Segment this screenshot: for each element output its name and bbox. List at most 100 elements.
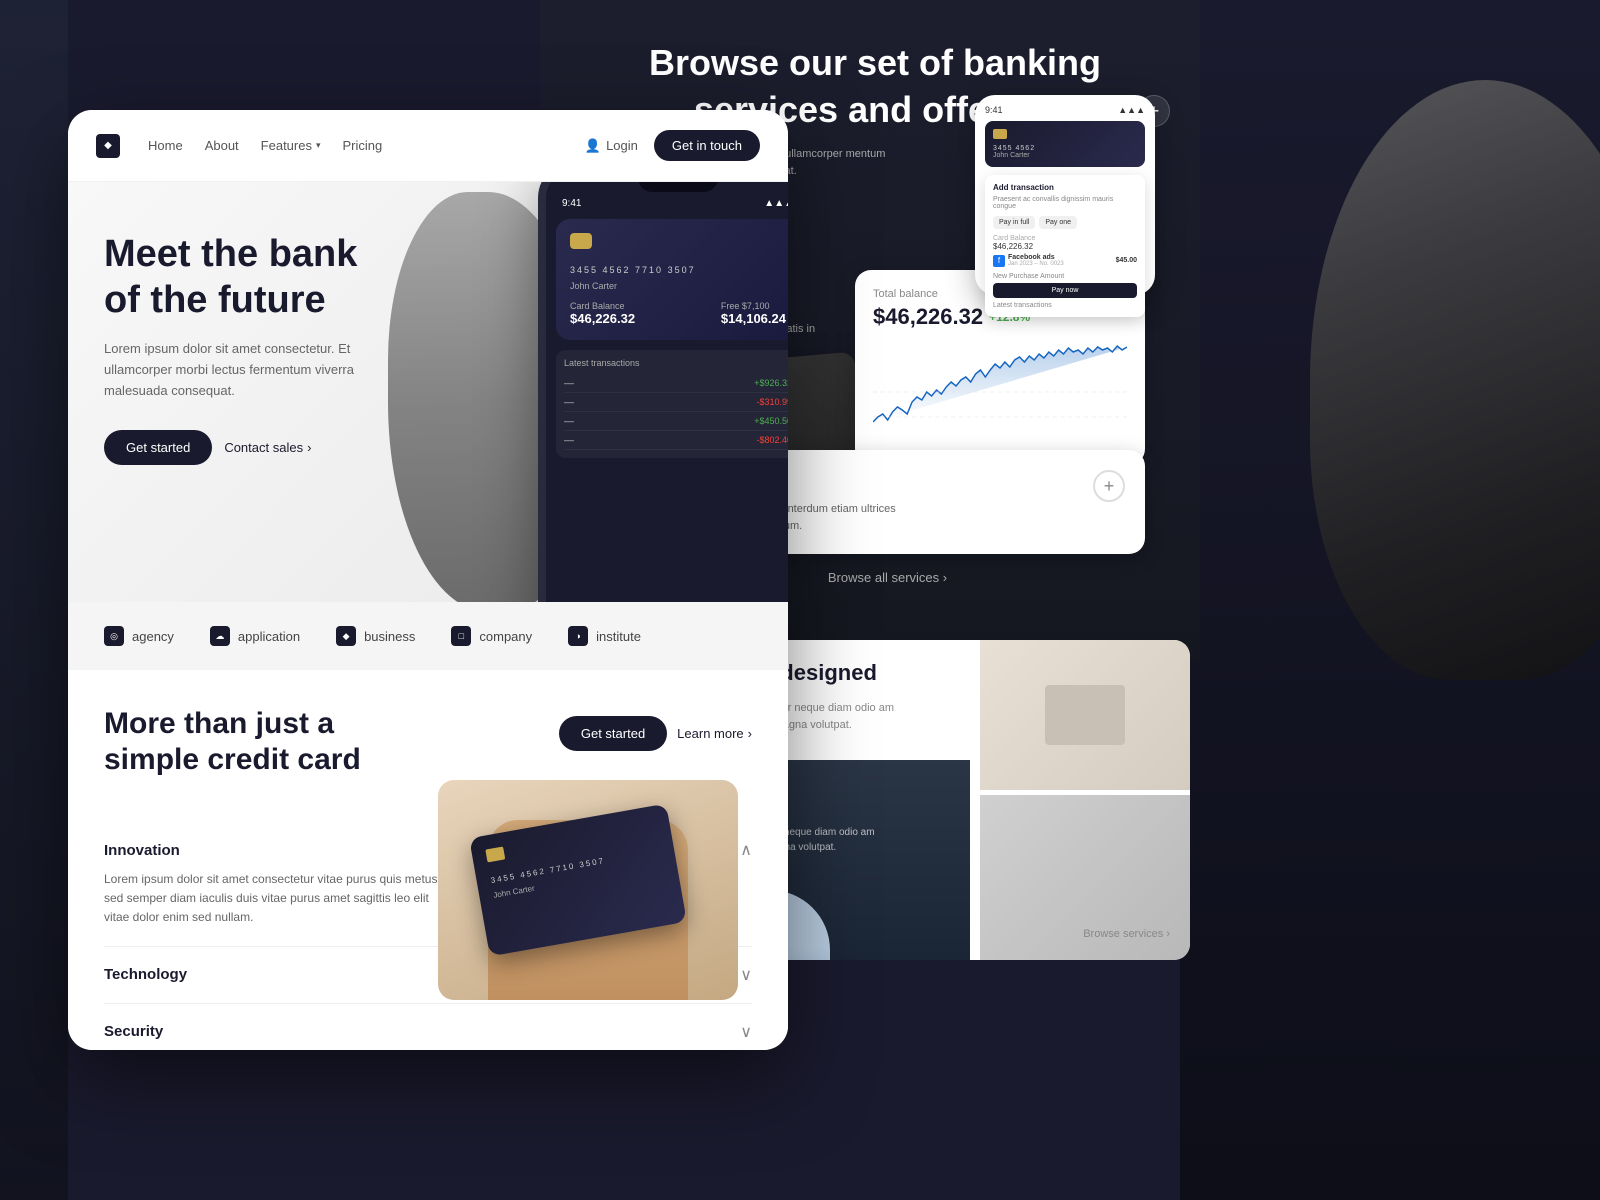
atp-fb-row: f Facebook ads Jan 2023 – No. 0023 $45.0… [993,254,1137,267]
balance-chart [873,342,1127,442]
hero-subtitle: Lorem ipsum dolor sit amet consectetur. … [104,339,384,401]
credit-section-actions: Get started Learn more › [559,716,752,751]
login-button[interactable]: 👤 Login [585,138,638,154]
accordion-innovation-content: Lorem ipsum dolor sit amet consectetur v… [104,870,444,928]
agency-icon: ◎ [104,626,124,646]
phone-mockup-2: 9:41 ▲▲▲ 3455 4562 John Carter Add trans… [975,95,1155,295]
accordion-security: Security ∨ [104,1004,752,1050]
balance-left: Card Balance $46,226.32 [570,301,635,326]
office-image-top [980,640,1190,790]
nav-features[interactable]: Features ▾ [261,138,321,153]
left-dark-bg [0,0,68,1200]
hero-contact-sales-button[interactable]: Contact sales › [224,440,311,455]
atp-buttons: Pay in full Pay one [993,216,1137,229]
phone2-card-number: 3455 4562 [993,145,1137,152]
accordion-technology-icon: ∨ [740,965,752,985]
atp-fb-amount: $45.00 [1116,257,1137,264]
hero-section: Meet the bank of the future Lorem ipsum … [68,182,788,602]
brand-business: ◆ business [336,626,415,646]
arrow-right-icon: › [307,440,311,455]
phone2-status-bar: 9:41 ▲▲▲ [985,105,1145,115]
transactions-section: Latest transactions –– +$926.32 –– -$310… [556,350,788,458]
phone2-card-name: John Carter [993,152,1137,159]
t1-amount: +$926.32 [754,378,788,388]
get-in-touch-button[interactable]: Get in touch [654,130,760,161]
t2-label: –– [564,397,574,407]
brand-company: □ company [451,626,532,646]
features-chevron: ▾ [316,140,321,151]
accordion-security-title: Security [104,1023,163,1040]
business-label: business [364,629,415,644]
institute-label: institute [596,629,641,644]
phone-credit-card: 3455 4562 7710 3507 John Carter Card Bal… [556,219,788,340]
transactions-title: Latest transactions [564,358,788,368]
atp-balance-label: Card Balance [993,235,1137,242]
t3-label: –– [564,416,574,426]
brand-agency: ◎ agency [104,626,174,646]
phone-time: 9:41 [562,198,581,209]
company-label: company [479,629,532,644]
atp-pay-full[interactable]: Pay in full [993,216,1035,229]
user-icon: 👤 [585,138,601,154]
transaction-1: –– +$926.32 [564,374,788,393]
accordion-security-icon: ∨ [740,1022,752,1042]
atp-latest-label: Latest transactions [993,302,1137,309]
hand-card-container: 3455 4562 7710 3507 John Carter [438,780,738,1000]
nav-pricing[interactable]: Pricing [343,138,383,153]
atp-pay-one[interactable]: Pay one [1039,216,1077,229]
fb-icon: f [993,255,1005,267]
phone-notch [638,182,718,192]
investments-add-button[interactable]: + [1093,470,1125,502]
phone-status-bar: 9:41 ▲▲▲ [546,192,788,209]
brands-section: ◎ agency ☁ application ◆ business □ comp… [68,602,788,670]
nav-home[interactable]: Home [148,138,183,153]
phone2-card: 3455 4562 John Carter [985,121,1145,167]
card-balance-row: Card Balance $46,226.32 Free $7,100 $14,… [570,301,786,326]
card-name-display: John Carter [570,281,786,291]
atp-pay-now-btn[interactable]: Pay now [993,283,1137,298]
atp-balance-value: $46,226.32 [993,242,1137,251]
atp-title: Add transaction [993,183,1137,192]
balance-right: Free $7,100 $14,106.24 [721,301,786,326]
held-card-chip [485,847,505,863]
phone2-time: 9:41 [985,105,1003,115]
phone2-icons: ▲▲▲ [1118,105,1145,115]
hero-get-started-button[interactable]: Get started [104,430,212,465]
learn-more-button[interactable]: Learn more › [677,726,752,741]
phone2-chip [993,129,1007,139]
login-label: Login [606,138,638,153]
browse-all-label: Browse all services › [828,570,947,585]
brand-application: ☁ application [210,626,300,646]
institute-icon: ◑ [568,626,588,646]
graph-value: $46,226.32 [873,304,983,330]
business-icon: ◆ [336,626,356,646]
navbar: Home About Features ▾ Pricing 👤 Login Ge… [68,110,788,182]
logo[interactable] [96,134,120,158]
atp-new-purchase-label: New Purchase Amount [993,273,1137,280]
t1-label: –– [564,378,574,388]
t2-amount: -$310.99 [756,397,788,407]
credit-section-title-block: More than just a simple credit card [104,706,361,802]
agency-label: agency [132,629,174,644]
nav-right: 👤 Login Get in touch [585,130,760,161]
brand-institute: ◑ institute [568,626,641,646]
right-dark-bg [1180,0,1600,1200]
rock-decoration [1310,80,1600,680]
accordion-security-header[interactable]: Security ∨ [104,1022,752,1042]
t4-label: –– [564,435,574,445]
accordion-innovation-title: Innovation [104,842,180,859]
accordion-innovation-icon: ∧ [740,840,752,860]
atp-sub: Praesent ac convallis dignissim mauris c… [993,196,1137,210]
browse-services-button[interactable]: Browse services › [1083,928,1170,940]
card-number-display: 3455 4562 7710 3507 [570,265,786,275]
application-label: application [238,629,300,644]
nav-about[interactable]: About [205,138,239,153]
atp-fb-label: Facebook ads Jan 2023 – No. 0023 [1008,254,1064,267]
t4-amount: -$802.40 [756,435,788,445]
nav-links: Home About Features ▾ Pricing [148,138,585,153]
main-card: Home About Features ▾ Pricing 👤 Login Ge… [68,110,788,1050]
credit-get-started-button[interactable]: Get started [559,716,667,751]
phone-signal: ▲▲▲ [764,198,788,209]
accordion-technology-title: Technology [104,966,187,983]
arrow-right-icon: › [748,726,752,741]
